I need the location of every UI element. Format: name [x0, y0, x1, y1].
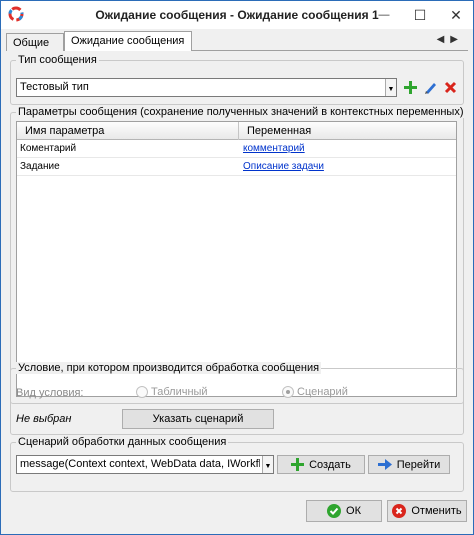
message-type-value: Тестовый тип: [20, 81, 89, 93]
radio-table-circle[interactable]: [136, 386, 148, 398]
parameters-group: Параметры сообщения (сохранение полученн…: [10, 106, 466, 404]
specify-script-button[interactable]: Указать сценарий: [122, 409, 274, 429]
create-script-button[interactable]: Создать: [277, 455, 365, 474]
tab-wait-message[interactable]: Ожидание сообщения: [64, 31, 192, 52]
radio-script-label: Сценарий: [297, 386, 348, 398]
tab-wait-message-label: Ожидание сообщения: [71, 35, 185, 47]
tab-strip: Общие Ожидание сообщения ◀▶: [6, 31, 468, 52]
table-header: Имя параметра Переменная: [17, 122, 456, 140]
chevron-down-icon[interactable]: ▼: [385, 79, 396, 96]
edit-type-button[interactable]: [421, 78, 440, 97]
radio-script-circle[interactable]: [282, 386, 294, 398]
param-name-cell: Коментарий: [20, 143, 77, 154]
create-script-label: Создать: [309, 458, 351, 471]
plus-icon: [291, 458, 305, 471]
close-icon: ✕: [450, 6, 462, 23]
radio-table[interactable]: Табличный: [136, 386, 208, 398]
message-type-select[interactable]: Тестовый тип ▼: [16, 78, 397, 97]
variable-link[interactable]: Описание задачи: [243, 161, 324, 172]
maximize-icon: ☐: [413, 6, 427, 23]
delete-type-button[interactable]: [441, 78, 460, 97]
tab-content-panel: Тип сообщения Тестовый тип ▼ Параметры с…: [6, 51, 468, 498]
close-button[interactable]: ✕: [445, 5, 467, 25]
cancel-button[interactable]: Отменить: [387, 500, 467, 522]
script-group-title: Сценарий обработки данных сообщения: [16, 436, 229, 448]
tab-general[interactable]: Общие: [6, 33, 64, 51]
message-type-group: Тип сообщения Тестовый тип ▼: [10, 54, 464, 105]
parameters-table[interactable]: Имя параметра Переменная Коментарий комм…: [16, 121, 457, 397]
maximize-button[interactable]: ☐: [409, 5, 431, 25]
dialog-window: Ожидание сообщения - Ожидание сообщения …: [0, 0, 474, 535]
title-bar: Ожидание сообщения - Ожидание сообщения …: [1, 1, 473, 29]
add-icon: [404, 81, 417, 94]
condition-type-label: Вид условия:: [16, 387, 84, 399]
tab-scroll-right-icon[interactable]: ▶: [450, 34, 464, 45]
cancel-label: Отменить: [411, 505, 462, 517]
column-header-variable[interactable]: Переменная: [239, 122, 458, 140]
table-row[interactable]: Задание Описание задачи: [17, 159, 456, 176]
cancel-icon: [392, 504, 407, 518]
chevron-down-icon[interactable]: ▼: [262, 456, 273, 473]
goto-script-button[interactable]: Перейти: [368, 455, 450, 474]
window-title: Ожидание сообщения - Ожидание сообщения …: [95, 8, 379, 22]
condition-group-title: Условие, при котором производится обрабо…: [16, 362, 322, 374]
script-group: Сценарий обработки данных сообщения mess…: [10, 436, 464, 492]
tab-scroll-arrows[interactable]: ◀▶: [437, 34, 464, 45]
tab-scroll-left-icon[interactable]: ◀: [437, 34, 451, 45]
edit-icon: [425, 83, 436, 94]
ok-label: ОК: [346, 505, 361, 517]
goto-script-label: Перейти: [396, 458, 441, 471]
script-select[interactable]: message(Context context, WebData data, I…: [16, 455, 274, 474]
parameters-group-title: Параметры сообщения (сохранение полученн…: [16, 106, 466, 118]
ok-button[interactable]: ОК: [306, 500, 382, 522]
delete-icon: [444, 81, 457, 94]
condition-status: Не выбран: [16, 413, 72, 425]
condition-group: Условие, при котором производится обрабо…: [10, 362, 464, 435]
radio-table-label: Табличный: [151, 386, 208, 398]
message-type-group-title: Тип сообщения: [16, 54, 99, 66]
script-value: message(Context context, WebData data, I…: [20, 458, 260, 470]
check-icon: [327, 504, 342, 518]
param-name-cell: Задание: [20, 161, 60, 172]
minimize-icon: —: [378, 9, 390, 21]
tab-general-label: Общие: [13, 37, 50, 49]
column-header-param-name[interactable]: Имя параметра: [17, 122, 239, 140]
add-type-button[interactable]: [401, 78, 420, 97]
specify-script-label: Указать сценарий: [152, 413, 244, 425]
arrow-right-icon: [377, 459, 392, 470]
radio-script[interactable]: Сценарий: [282, 386, 348, 398]
minimize-button[interactable]: —: [373, 5, 395, 25]
variable-link[interactable]: комментарий: [243, 143, 305, 154]
table-row[interactable]: Коментарий комментарий: [17, 141, 456, 158]
